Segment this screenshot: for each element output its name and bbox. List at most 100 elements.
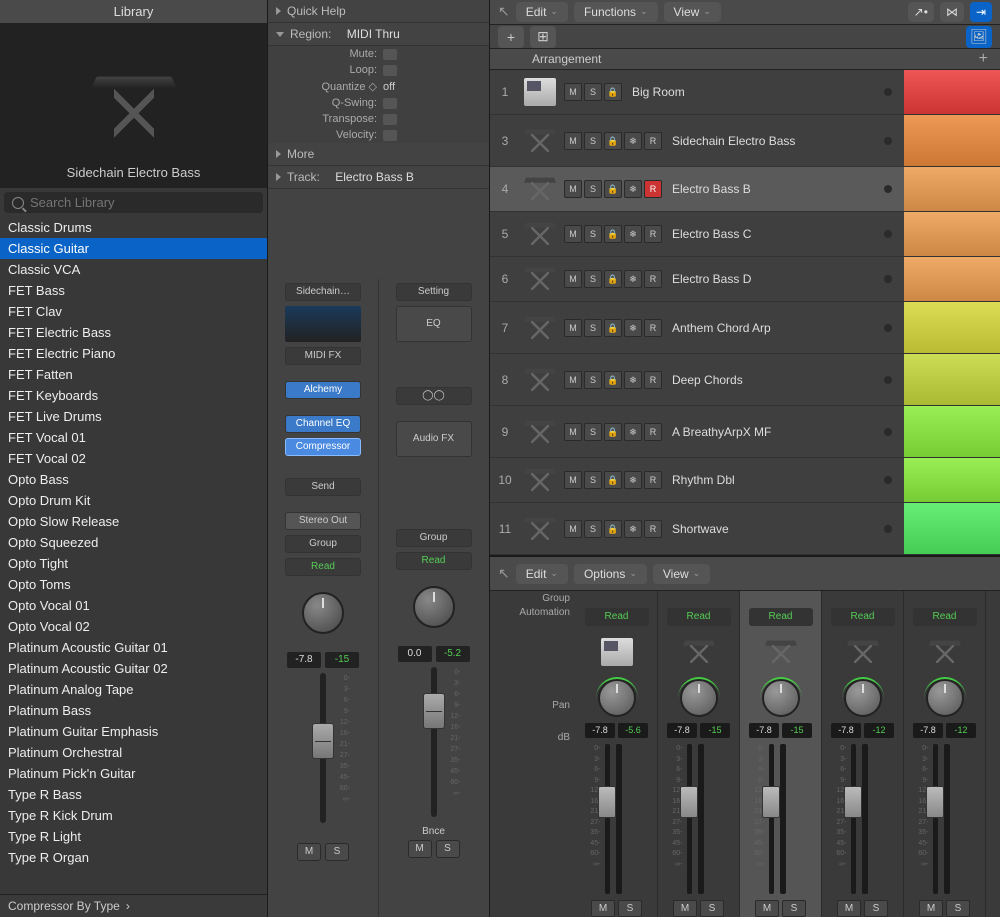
solo-button[interactable]: S — [946, 900, 970, 917]
track-row[interactable]: 7MS🔒❄RAnthem Chord Arp — [490, 302, 1000, 354]
send-slot[interactable]: Send — [285, 478, 361, 496]
track-R-button[interactable]: R — [644, 132, 662, 150]
add-marker-button[interactable]: + — [979, 50, 988, 68]
track-S-button[interactable]: S — [584, 423, 602, 441]
track-freeze-button[interactable]: ❄ — [624, 471, 642, 489]
pan-knob[interactable] — [926, 679, 964, 717]
track-R-button[interactable]: R — [644, 225, 662, 243]
pan-knob[interactable] — [598, 679, 636, 717]
track-freeze-button[interactable]: ❄ — [624, 520, 642, 538]
fader[interactable]: 0-3-6-9-12-16-21-27-35-45-60-∞- — [915, 744, 975, 894]
pan-knob[interactable] — [844, 679, 882, 717]
mixer-view-menu[interactable]: View⌄ — [653, 564, 710, 584]
region-clip[interactable] — [904, 70, 1000, 114]
eq-slot[interactable]: EQ — [396, 306, 472, 342]
output-slot[interactable]: Stereo Out — [285, 512, 361, 530]
library-item[interactable]: Opto Drum Kit — [0, 490, 267, 511]
library-item[interactable]: FET Clav — [0, 301, 267, 322]
track-row[interactable]: 9MS🔒❄RA BreathyArpX MF — [490, 406, 1000, 458]
fader[interactable]: 0-3-6-9-12-16-21-27-35-45-60-∞- — [288, 673, 358, 823]
track-section[interactable]: Track: Electro Bass B — [268, 166, 489, 189]
track-freeze-button[interactable]: ❄ — [624, 132, 642, 150]
track-M-button[interactable]: M — [564, 225, 582, 243]
mixer-strip[interactable]: Read-7.8-120-3-6-9-12-16-21-27-35-45-60-… — [822, 591, 904, 917]
fader-cap[interactable] — [312, 723, 334, 759]
track-S-button[interactable]: S — [584, 225, 602, 243]
audiofx-slot[interactable]: Audio FX — [396, 421, 472, 457]
track-S-button[interactable]: S — [584, 471, 602, 489]
add-track-button[interactable]: + — [498, 26, 524, 48]
track-M-button[interactable]: M — [564, 371, 582, 389]
track-row[interactable]: 8MS🔒❄RDeep Chords — [490, 354, 1000, 406]
track-S-button[interactable]: S — [584, 270, 602, 288]
library-item[interactable]: FET Bass — [0, 280, 267, 301]
library-item[interactable]: Type R Bass — [0, 784, 267, 805]
track-lock-button[interactable]: 🔒 — [604, 225, 622, 243]
fader[interactable]: 0-3-6-9-12-16-21-27-35-45-60-∞- — [399, 667, 469, 817]
track-color-dot[interactable] — [884, 88, 892, 96]
track-lock-button[interactable]: 🔒 — [604, 471, 622, 489]
track-color-dot[interactable] — [884, 525, 892, 533]
region-clip[interactable] — [904, 167, 1000, 211]
track-color-dot[interactable] — [884, 376, 892, 384]
automation-mode[interactable]: Read — [585, 608, 649, 626]
track-S-button[interactable]: S — [584, 319, 602, 337]
region-clip[interactable] — [904, 212, 1000, 256]
automation-mode[interactable]: Read — [667, 608, 731, 626]
library-item[interactable]: Platinum Bass — [0, 700, 267, 721]
track-R-button[interactable]: R — [644, 319, 662, 337]
pan-knob[interactable] — [413, 586, 455, 628]
library-item[interactable]: Opto Toms — [0, 574, 267, 595]
mute-button[interactable]: M — [919, 900, 943, 917]
track-freeze-button[interactable]: ❄ — [624, 423, 642, 441]
library-item[interactable]: Type R Light — [0, 826, 267, 847]
mixer-edit-menu[interactable]: Edit⌄ — [516, 564, 568, 584]
mute-button[interactable]: M — [837, 900, 861, 917]
solo-button[interactable]: S — [700, 900, 724, 917]
more-section[interactable]: More — [268, 143, 489, 166]
fx-slot[interactable]: Channel EQ — [285, 415, 361, 433]
region-clip[interactable] — [904, 354, 1000, 405]
region-clip[interactable] — [904, 115, 1000, 166]
track-lock-button[interactable]: 🔒 — [604, 371, 622, 389]
track-row[interactable]: 6MS🔒❄RElectro Bass D — [490, 257, 1000, 302]
track-freeze-button[interactable]: ❄ — [624, 180, 642, 198]
fader-cap[interactable] — [680, 786, 698, 818]
library-item[interactable]: Classic Guitar — [0, 238, 267, 259]
catch-icon[interactable]: ⇥ — [970, 2, 992, 22]
mute-button[interactable]: M — [591, 900, 615, 917]
fader-cap[interactable] — [844, 786, 862, 818]
pan-knob[interactable] — [680, 679, 718, 717]
solo-button[interactable]: S — [864, 900, 888, 917]
track-lock-button[interactable]: 🔒 — [604, 180, 622, 198]
library-item[interactable]: Classic Drums — [0, 217, 267, 238]
track-freeze-button[interactable]: ❄ — [624, 270, 642, 288]
mixer-options-menu[interactable]: Options⌄ — [574, 564, 647, 584]
library-item[interactable]: Platinum Orchestral — [0, 742, 267, 763]
track-S-button[interactable]: S — [584, 132, 602, 150]
automation-icon[interactable]: ↗• — [908, 2, 934, 22]
track-row[interactable]: 11MS🔒❄RShortwave — [490, 503, 1000, 555]
track-row[interactable]: 3MS🔒❄RSidechain Electro Bass — [490, 115, 1000, 167]
fader-cap[interactable] — [926, 786, 944, 818]
eq-display[interactable] — [285, 306, 361, 342]
region-clip[interactable] — [904, 302, 1000, 353]
fader[interactable]: 0-3-6-9-12-16-21-27-35-45-60-∞- — [833, 744, 893, 894]
track-M-button[interactable]: M — [564, 270, 582, 288]
fader[interactable]: 0-3-6-9-12-16-21-27-35-45-60-∞- — [587, 744, 647, 894]
track-S-button[interactable]: S — [584, 83, 602, 101]
midifx-slot[interactable]: MIDI FX — [285, 347, 361, 365]
mute-button[interactable]: M — [408, 840, 432, 858]
picture-button[interactable]: 🖼 — [966, 26, 992, 48]
fx-slot-selected[interactable]: Compressor — [285, 438, 361, 456]
library-item[interactable]: Platinum Guitar Emphasis — [0, 721, 267, 742]
mute-button[interactable]: M — [755, 900, 779, 917]
solo-button[interactable]: S — [782, 900, 806, 917]
library-item[interactable]: FET Electric Bass — [0, 322, 267, 343]
track-color-dot[interactable] — [884, 185, 892, 193]
back-icon[interactable]: ↖ — [498, 565, 510, 582]
track-color-dot[interactable] — [884, 476, 892, 484]
fader-cap[interactable] — [762, 786, 780, 818]
library-item[interactable]: Platinum Acoustic Guitar 02 — [0, 658, 267, 679]
track-S-button[interactable]: S — [584, 180, 602, 198]
